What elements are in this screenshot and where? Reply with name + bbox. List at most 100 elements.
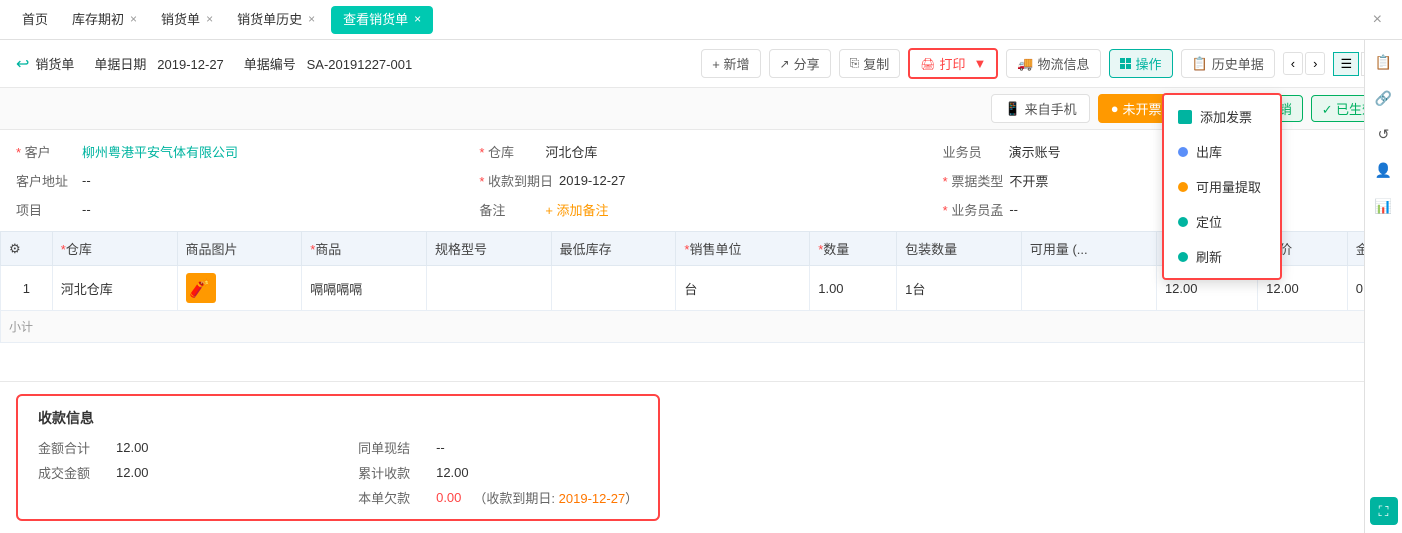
tab-inventory-init-label: 库存期初 bbox=[72, 9, 124, 28]
prev-doc-button[interactable]: ‹ bbox=[1283, 52, 1303, 75]
payment-date-field: 收款到期日 2019-12-27 bbox=[479, 171, 922, 190]
dropdown-available-extract[interactable]: 可用量提取 bbox=[1164, 169, 1280, 204]
outbound-label: 出库 bbox=[1196, 142, 1222, 161]
locate-icon bbox=[1178, 217, 1188, 227]
available-extract-label: 可用量提取 bbox=[1196, 177, 1261, 196]
due-date-value: 2019-12-27 bbox=[559, 491, 626, 506]
col-settings[interactable]: ⚙ bbox=[1, 232, 53, 266]
print-button[interactable]: 🖨 打印 ▼ bbox=[908, 48, 998, 79]
customer-label: 客户 bbox=[16, 142, 76, 161]
address-label: 客户地址 bbox=[16, 171, 76, 190]
total-amount-row: 金额合计 12.00 bbox=[38, 438, 318, 457]
warehouse-label: 仓库 bbox=[479, 142, 539, 161]
tab-home-label: 首页 bbox=[22, 9, 48, 28]
tab-inventory-init[interactable]: 库存期初 × bbox=[60, 0, 149, 40]
print-dropdown-arrow[interactable]: ▼ bbox=[973, 56, 986, 71]
transaction-row: 成交金额 12.00 bbox=[38, 463, 318, 482]
add-invoice-label: 添加发票 bbox=[1200, 107, 1252, 126]
available-extract-icon bbox=[1178, 182, 1188, 192]
sidebar-doc-icon[interactable]: 📋 bbox=[1370, 48, 1398, 76]
tab-sales-order-label: 销货单 bbox=[161, 9, 200, 28]
share-button-label: 分享 bbox=[794, 54, 820, 73]
payment-date-label: 收款到期日 bbox=[479, 171, 553, 190]
row-available bbox=[1021, 266, 1156, 311]
total-amount-label: 金额合计 bbox=[38, 438, 108, 457]
new-button[interactable]: + 新增 bbox=[701, 49, 760, 78]
print-icon: 🖨 bbox=[920, 57, 935, 71]
dropdown-add-invoice[interactable]: 添加发票 bbox=[1164, 99, 1280, 134]
project-field: 项目 -- bbox=[16, 200, 459, 219]
list-view-button[interactable]: ☰ bbox=[1333, 52, 1359, 76]
col-sales-unit: *销售单位 bbox=[676, 232, 810, 266]
copy-button[interactable]: ⎘ 复制 bbox=[839, 49, 901, 78]
share-button[interactable]: ↗ 分享 bbox=[769, 49, 831, 78]
add-invoice-icon bbox=[1178, 110, 1192, 124]
logistics-button-label: 物流信息 bbox=[1038, 54, 1090, 73]
doc-number-label: 单据编号 SA-20191227-001 bbox=[244, 54, 412, 73]
tab-sales-order-close[interactable]: × bbox=[206, 12, 213, 26]
number-value-text: SA-20191227-001 bbox=[307, 57, 413, 72]
tab-home[interactable]: 首页 bbox=[10, 0, 60, 40]
tab-view-sales-close[interactable]: × bbox=[414, 12, 421, 26]
ticket-type-label: 票据类型 bbox=[943, 171, 1004, 190]
operate-button-label: 操作 bbox=[1136, 54, 1162, 73]
product-image: 🧨 bbox=[186, 273, 216, 303]
staff2-label: 业务员孟 bbox=[943, 200, 1004, 219]
staff-value: 演示账号 bbox=[1009, 142, 1061, 161]
sidebar-expand-icon[interactable]: ⛶ bbox=[1370, 497, 1398, 525]
operate-icon bbox=[1120, 58, 1132, 70]
tab-inventory-init-close[interactable]: × bbox=[130, 12, 137, 26]
payment-grid: 金额合计 12.00 同单现结 -- 成交金额 12.00 累计收款 12.00… bbox=[38, 438, 638, 507]
copy-icon: ⎘ bbox=[850, 56, 860, 71]
overdue-value: 0.00 bbox=[436, 490, 461, 505]
row-num: 1 bbox=[1, 266, 53, 311]
sidebar-chart-icon[interactable]: 📊 bbox=[1370, 192, 1398, 220]
payment-date-value: 2019-12-27 bbox=[559, 173, 626, 188]
due-date-info: （收款到期日: 2019-12-27） bbox=[473, 488, 638, 507]
new-button-label: + 新增 bbox=[712, 54, 749, 73]
tab-sales-history-close[interactable]: × bbox=[308, 12, 315, 26]
col-pack-qty: 包装数量 bbox=[897, 232, 1022, 266]
project-label: 项目 bbox=[16, 200, 76, 219]
tab-view-sales[interactable]: 查看销货单 × bbox=[331, 6, 433, 34]
next-doc-button[interactable]: › bbox=[1305, 52, 1325, 75]
doc-header: ↩ 销货单 单据日期 2019-12-27 单据编号 SA-20191227-0… bbox=[0, 40, 1402, 88]
sidebar-refresh-icon[interactable]: ↺ bbox=[1370, 120, 1398, 148]
col-product: *商品 bbox=[302, 232, 427, 266]
history-icon: 📋 bbox=[1192, 56, 1208, 72]
product-image-icon: 🧨 bbox=[189, 278, 211, 299]
history-button[interactable]: 📋 历史单据 bbox=[1181, 49, 1275, 78]
sidebar-link-icon[interactable]: 🔗 bbox=[1370, 84, 1398, 112]
warehouse-value: 河北仓库 bbox=[545, 142, 597, 161]
col-product-img: 商品图片 bbox=[177, 232, 302, 266]
overdue-row: 本单欠款 0.00 （收款到期日: 2019-12-27） bbox=[358, 488, 638, 507]
staff2-value: -- bbox=[1009, 202, 1018, 217]
dropdown-locate[interactable]: 定位 bbox=[1164, 204, 1280, 239]
sidebar-user-icon[interactable]: 👤 bbox=[1370, 156, 1398, 184]
dropdown-outbound[interactable]: 出库 bbox=[1164, 134, 1280, 169]
same-order-label: 同单现结 bbox=[358, 438, 428, 457]
operate-dropdown: 添加发票 出库 可用量提取 定位 刷新 bbox=[1162, 93, 1282, 280]
row-product: 嗝嗝嗝嗝 bbox=[302, 266, 427, 311]
payment-title: 收款信息 bbox=[38, 408, 638, 428]
tab-sales-history[interactable]: 销货单历史 × bbox=[225, 0, 327, 40]
logistics-button[interactable]: 🚚 物流信息 bbox=[1006, 49, 1100, 78]
window-close-button[interactable]: × bbox=[1363, 11, 1392, 29]
doc-date-label: 单据日期 2019-12-27 bbox=[94, 54, 223, 73]
col-spec: 规格型号 bbox=[426, 232, 551, 266]
phone-source-button[interactable]: 📱 来自手机 bbox=[991, 94, 1089, 123]
refresh-label: 刷新 bbox=[1196, 247, 1222, 266]
customer-field: 客户 柳州粤港平安气体有限公司 bbox=[16, 142, 459, 161]
note-add-button[interactable]: + 添加备注 bbox=[545, 200, 608, 219]
date-value-text: 2019-12-27 bbox=[157, 57, 224, 72]
col-available: 可用量 (... bbox=[1021, 232, 1156, 266]
phone-label: 来自手机 bbox=[1025, 99, 1077, 118]
operate-button[interactable]: 操作 bbox=[1109, 49, 1173, 78]
subtotal-label: 小计 bbox=[1, 311, 1402, 343]
row-warehouse: 河北仓库 bbox=[52, 266, 177, 311]
tab-sales-order[interactable]: 销货单 × bbox=[149, 0, 225, 40]
row-spec bbox=[426, 266, 551, 311]
customer-value[interactable]: 柳州粤港平安气体有限公司 bbox=[82, 142, 238, 161]
dropdown-refresh[interactable]: 刷新 bbox=[1164, 239, 1280, 274]
right-sidebar: 📋 🔗 ↺ 👤 📊 ⛶ bbox=[1364, 40, 1402, 533]
